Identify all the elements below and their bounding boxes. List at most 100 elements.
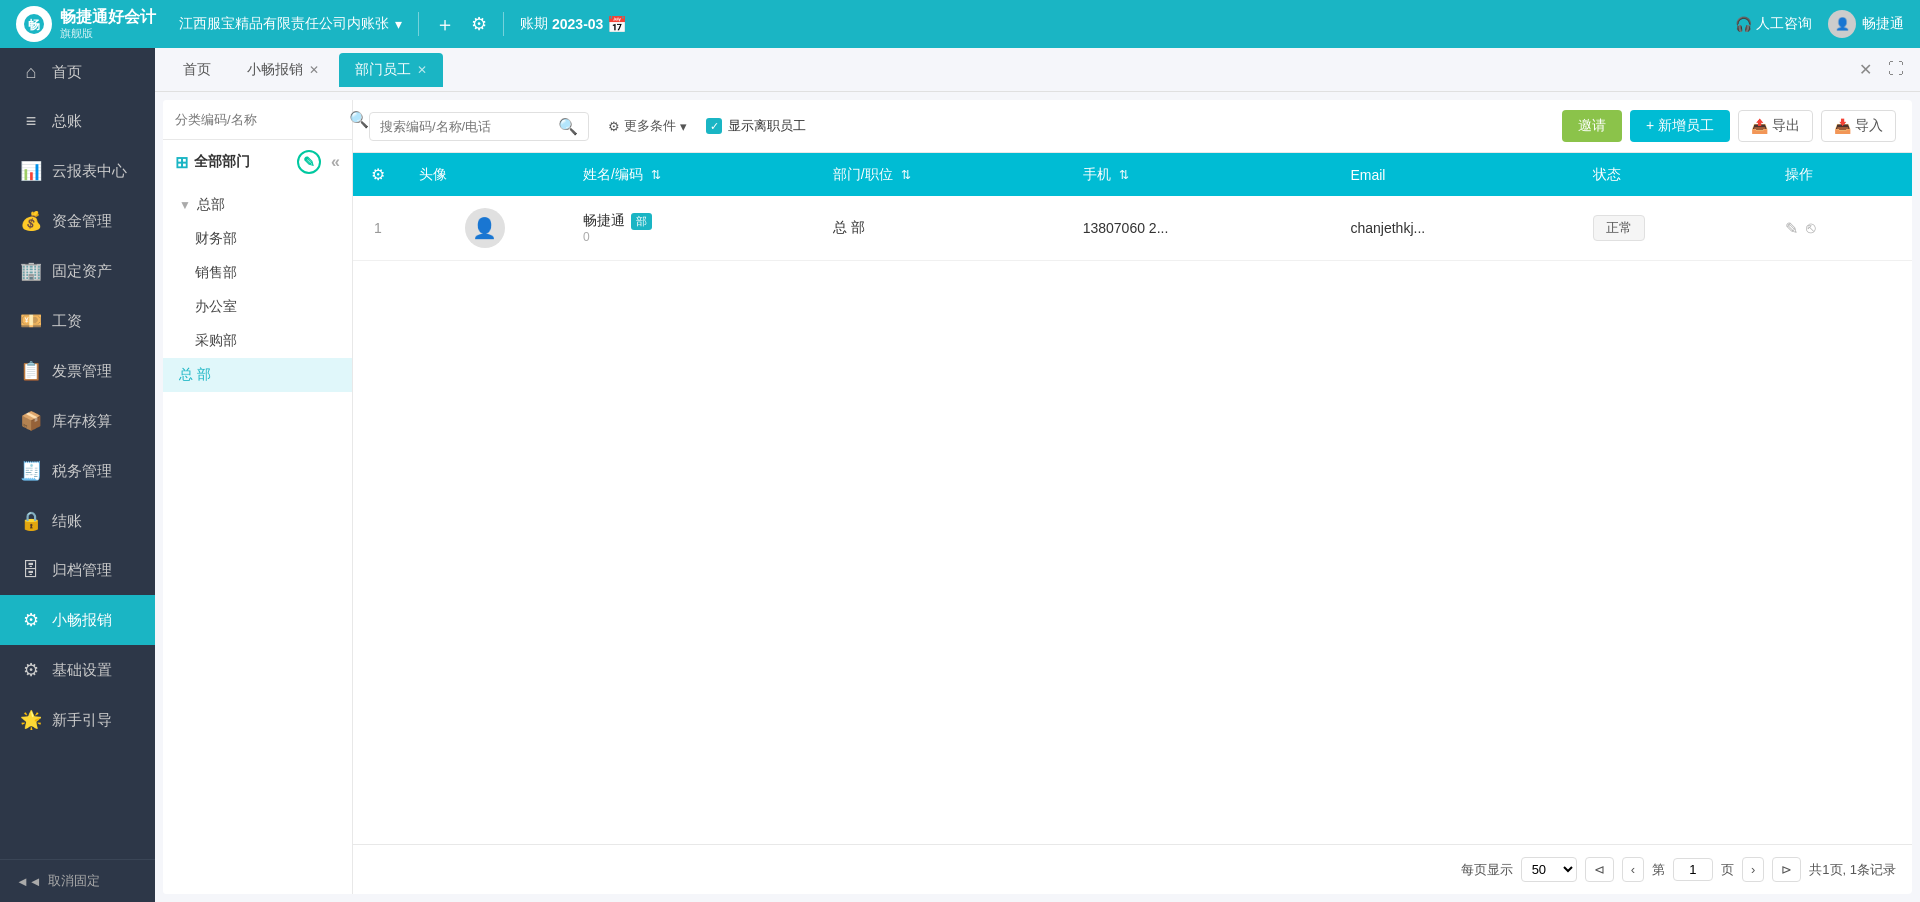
sidebar-item-inventory[interactable]: 📦 库存核算	[0, 396, 155, 446]
action-icons: ✎ ⎋	[1785, 219, 1896, 238]
tab-expense-label: 小畅报销	[247, 61, 303, 79]
th-settings[interactable]: ⚙	[353, 153, 403, 196]
company-selector[interactable]: 江西服宝精品有限责任公司内账张 ▾	[171, 11, 410, 37]
dept-tree: ▼ 总部 财务部 销售部 办公室 采购部	[163, 184, 352, 396]
period-label: 账期	[520, 15, 548, 33]
sidebar-item-settings[interactable]: ⚙ 基础设置	[0, 645, 155, 695]
sidebar-item-archive[interactable]: 🗄 归档管理	[0, 546, 155, 595]
calendar-icon[interactable]: 📅	[607, 15, 627, 34]
employee-search-input[interactable]	[380, 119, 552, 134]
settings-col-icon[interactable]: ⚙	[371, 166, 385, 183]
tab-dept-close[interactable]: ✕	[417, 63, 427, 77]
dept-edit-btn[interactable]: ✎	[297, 150, 321, 174]
th-phone[interactable]: 手机 ⇅	[1067, 153, 1335, 196]
row-status-cell: 正常	[1577, 196, 1768, 261]
dept-item-label: 财务部	[195, 230, 237, 248]
user-avatar: 👤	[1828, 10, 1856, 38]
edit-btn[interactable]: ✎	[1785, 219, 1798, 238]
more-filters-btn[interactable]: ⚙ 更多条件 ▾	[599, 112, 696, 140]
sidebar-item-tax[interactable]: 🧾 税务管理	[0, 446, 155, 496]
prev-page-btn[interactable]: ‹	[1622, 857, 1644, 882]
logo-text-area: 畅捷通好会计 旗舰版	[60, 7, 156, 41]
last-page-btn[interactable]: ⊳	[1772, 857, 1801, 882]
page-size-select[interactable]: 50 100	[1521, 857, 1577, 882]
th-dept-label: 部门/职位	[833, 166, 893, 182]
import-btn[interactable]: 📥 导入	[1821, 110, 1896, 142]
sidebar-item-invoice[interactable]: 📋 发票管理	[0, 346, 155, 396]
sidebar-label-expense: 小畅报销	[52, 611, 112, 630]
tab-home-label: 首页	[183, 61, 211, 79]
sidebar-label-assets: 固定资产	[52, 262, 112, 281]
collapse-btn[interactable]: «	[331, 153, 340, 171]
invite-btn[interactable]: 邀请	[1562, 110, 1622, 142]
tabs-right-actions: ✕ ⛶	[1855, 56, 1908, 83]
expand-icon: ▼	[179, 198, 191, 212]
sidebar-item-close[interactable]: 🔒 结账	[0, 496, 155, 546]
dept-tree-item-sales[interactable]: 销售部	[163, 256, 352, 290]
first-page-btn[interactable]: ⊲	[1585, 857, 1614, 882]
sidebar-item-home[interactable]: ⌂ 首页	[0, 48, 155, 97]
next-page-btn[interactable]: ›	[1742, 857, 1764, 882]
add-employee-btn[interactable]: + 新增员工	[1630, 110, 1730, 142]
sidebar-item-expense[interactable]: ⚙ 小畅报销	[0, 595, 155, 645]
page-label: 页	[1721, 861, 1734, 879]
th-avatar: 头像	[403, 153, 567, 196]
right-panel: 🔍 ⚙ 更多条件 ▾ ✓ 显示离职员工 邀请 + 新增员工	[353, 100, 1912, 894]
sidebar-label-archive: 归档管理	[52, 561, 112, 580]
th-status: 状态	[1577, 153, 1768, 196]
sidebar-item-funds[interactable]: 💰 资金管理	[0, 196, 155, 246]
th-phone-label: 手机	[1083, 166, 1111, 182]
sidebar-label-tax: 税务管理	[52, 462, 112, 481]
sidebar-item-assets[interactable]: 🏢 固定资产	[0, 246, 155, 296]
dept-tree-item-finance[interactable]: 财务部	[163, 222, 352, 256]
sidebar-label-invoice: 发票管理	[52, 362, 112, 381]
tab-home[interactable]: 首页	[167, 53, 227, 87]
dept-tree-item-head[interactable]: ▼ 总部	[163, 188, 352, 222]
export-btn[interactable]: 📤 导出	[1738, 110, 1813, 142]
sidebar-item-guide[interactable]: 🌟 新手引导	[0, 695, 155, 745]
dept-tree-item-office[interactable]: 办公室	[163, 290, 352, 324]
page-input[interactable]	[1673, 858, 1713, 881]
sidebar-item-payroll[interactable]: 💴 工资	[0, 296, 155, 346]
employee-toolbar: 🔍 ⚙ 更多条件 ▾ ✓ 显示离职员工 邀请 + 新增员工	[353, 100, 1912, 153]
avatar-icon: 👤	[472, 216, 497, 240]
dept-search-input[interactable]	[175, 112, 343, 127]
dept-item-label: 总 部	[179, 366, 211, 384]
th-name[interactable]: 姓名/编码 ⇅	[567, 153, 817, 196]
user-area[interactable]: 👤 畅捷通	[1828, 10, 1904, 38]
page-size-label: 每页显示	[1461, 861, 1513, 879]
th-actions: 操作	[1769, 153, 1912, 196]
add-company-btn[interactable]: ＋	[427, 11, 463, 38]
cancel-pin-btn[interactable]: ◄◄ 取消固定	[0, 859, 155, 902]
support-btn[interactable]: 🎧 人工咨询	[1735, 15, 1812, 33]
guide-icon: 🌟	[20, 709, 42, 731]
dept-tree-item-purchase[interactable]: 采购部	[163, 324, 352, 358]
close-tab-btn[interactable]: ✕	[1855, 56, 1876, 83]
tab-expense-close[interactable]: ✕	[309, 63, 319, 77]
sidebar-label-inventory: 库存核算	[52, 412, 112, 431]
sidebar-item-reports[interactable]: 📊 云报表中心	[0, 146, 155, 196]
headset-icon: 🎧	[1735, 16, 1752, 32]
show-resigned-checkbox[interactable]: ✓	[706, 118, 722, 134]
content-area: 首页 小畅报销 ✕ 部门员工 ✕ ✕ ⛶ 🔍	[155, 48, 1920, 902]
th-email: Email	[1334, 153, 1577, 196]
expand-tab-btn[interactable]: ⛶	[1884, 56, 1908, 83]
th-name-label: 姓名/编码	[583, 166, 643, 182]
th-dept[interactable]: 部门/职位 ⇅	[817, 153, 1067, 196]
sidebar-label-ledger: 总账	[52, 112, 82, 131]
user-name: 畅捷通	[1862, 15, 1904, 33]
employee-search-box: 🔍	[369, 112, 589, 141]
period-value: 2023-03	[552, 16, 603, 32]
show-resigned-toggle[interactable]: ✓ 显示离职员工	[706, 117, 806, 135]
delete-btn[interactable]: ⎋	[1806, 219, 1816, 237]
tab-expense[interactable]: 小畅报销 ✕	[231, 53, 335, 87]
sidebar-item-ledger[interactable]: ≡ 总账	[0, 97, 155, 146]
header-right: 🎧 人工咨询 👤 畅捷通	[1735, 10, 1904, 38]
row-avatar-cell: 👤	[403, 196, 567, 261]
sidebar-label-home: 首页	[52, 63, 82, 82]
dept-tree-item-head2[interactable]: 总 部	[163, 358, 352, 392]
header-settings-btn[interactable]: ⚙	[463, 13, 495, 35]
tab-dept-employee[interactable]: 部门员工 ✕	[339, 53, 443, 87]
search-icon[interactable]: 🔍	[558, 117, 578, 136]
pagination-bar: 每页显示 50 100 ⊲ ‹ 第 页 › ⊳ 共1页, 1条记录	[353, 844, 1912, 894]
